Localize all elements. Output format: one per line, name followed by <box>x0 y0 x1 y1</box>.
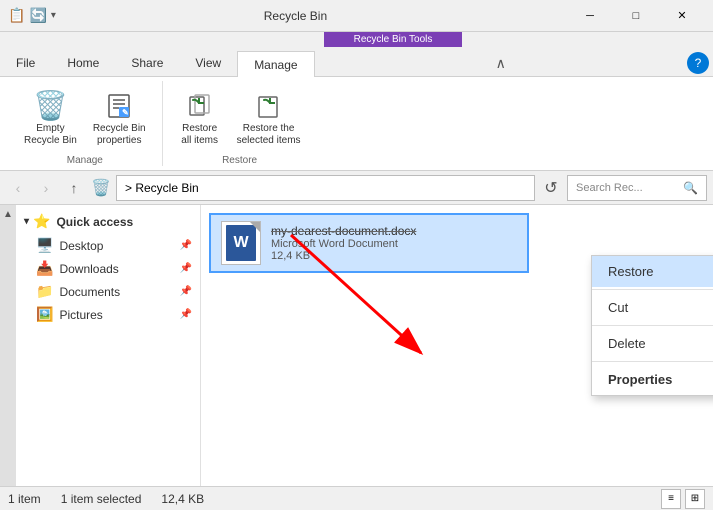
recycle-bin-properties-icon: ✎ <box>103 89 135 121</box>
restore-selected-button[interactable]: Restore theselected items <box>233 85 305 151</box>
file-type: Microsoft Word Document <box>271 238 416 250</box>
pin-icon-pictures: 📌 <box>180 309 192 320</box>
restore-all-icon <box>184 89 216 121</box>
status-view-controls[interactable]: ≡ ⊞ <box>661 489 705 509</box>
quick-access-label: Quick access <box>56 215 133 229</box>
window-title: Recycle Bin <box>64 9 527 23</box>
detail-view-button[interactable]: ≡ <box>661 489 681 509</box>
context-menu-separator-2 <box>592 325 713 326</box>
pin-icon-downloads: 📌 <box>180 263 192 274</box>
quick-access-icon-1: 📋 <box>8 7 25 24</box>
sidebar-scroll[interactable]: ▲ <box>0 205 16 487</box>
ribbon-group-restore-items: Restoreall items Restore theselected ite… <box>175 81 305 151</box>
ribbon-group-manage-label: Manage <box>67 155 103 166</box>
back-button[interactable]: ‹ <box>6 176 30 200</box>
ribbon-group-restore-label: Restore <box>222 155 257 166</box>
large-icon-view-button[interactable]: ⊞ <box>685 489 705 509</box>
address-path: > Recycle Bin <box>125 181 199 195</box>
context-menu-separator-3 <box>592 361 713 362</box>
restore-all-button[interactable]: Restoreall items <box>175 85 225 151</box>
restore-all-label: Restoreall items <box>181 123 218 147</box>
documents-icon: 📁 <box>36 283 53 300</box>
quick-access-icon-2: 🔄 <box>29 7 46 24</box>
desktop-icon: 🖥️ <box>36 237 53 254</box>
ribbon-group-restore: Restoreall items Restore theselected ite… <box>163 81 317 166</box>
address-bar[interactable]: > Recycle Bin <box>116 175 535 201</box>
help-button[interactable]: ? <box>687 52 709 74</box>
pictures-label: Pictures <box>59 308 102 322</box>
context-menu-separator-1 <box>592 289 713 290</box>
ribbon-group-manage: 🗑️ EmptyRecycle Bin ✎ Recycle Binpro <box>8 81 163 166</box>
empty-recycle-bin-button[interactable]: 🗑️ EmptyRecycle Bin <box>20 85 81 151</box>
chevron-down-icon: ▾ <box>24 216 29 227</box>
pictures-icon: 🖼️ <box>36 306 53 323</box>
recycle-bin-properties-label: Recycle Binproperties <box>93 123 146 147</box>
status-size: 12,4 KB <box>161 492 204 506</box>
pin-icon-documents: 📌 <box>180 286 192 297</box>
tab-share[interactable]: Share <box>115 50 179 76</box>
sidebar-item-documents[interactable]: 📁 Documents 📌 <box>16 280 200 303</box>
status-selected: 1 item selected <box>61 492 142 506</box>
tab-view[interactable]: View <box>179 50 237 76</box>
sidebar-item-desktop[interactable]: 🖥️ Desktop 📌 <box>16 234 200 257</box>
file-size: 12,4 KB <box>271 250 416 262</box>
sidebar: ▾ ⭐ Quick access 🖥️ Desktop 📌 📥 Download… <box>16 205 201 487</box>
sidebar-section-quick-access[interactable]: ▾ ⭐ Quick access <box>16 209 200 234</box>
context-menu: Restore Cut Delete Properties <box>591 255 713 396</box>
toolbar: ‹ › ↑ 🗑️ > Recycle Bin ↺ Search Rec... 🔍 <box>0 171 713 205</box>
restore-selected-label: Restore theselected items <box>237 123 301 147</box>
forward-button[interactable]: › <box>34 176 58 200</box>
file-icon: W <box>221 221 261 265</box>
refresh-button[interactable]: ↺ <box>539 176 563 200</box>
svg-text:✎: ✎ <box>122 108 129 117</box>
address-icon: 🗑️ <box>90 177 112 199</box>
file-info: my-dearest-document.docx Microsoft Word … <box>271 224 416 262</box>
restore-selected-icon <box>253 89 285 121</box>
status-item-count: 1 item <box>8 492 41 506</box>
status-bar: 1 item 1 item selected 12,4 KB ≡ ⊞ <box>0 486 713 510</box>
file-name: my-dearest-document.docx <box>271 224 416 238</box>
empty-recycle-bin-label: EmptyRecycle Bin <box>24 123 77 147</box>
minimize-button[interactable]: ─ <box>567 0 613 32</box>
main-content-wrapper: ▲ ▾ ⭐ Quick access 🖥️ Desktop 📌 📥 Downlo… <box>0 205 713 487</box>
sidebar-item-pictures[interactable]: 🖼️ Pictures 📌 <box>16 303 200 326</box>
close-button[interactable]: ✕ <box>659 0 705 32</box>
context-menu-cut[interactable]: Cut <box>592 292 713 323</box>
ribbon: 🗑️ EmptyRecycle Bin ✎ Recycle Binpro <box>0 76 713 171</box>
desktop-label: Desktop <box>59 239 103 253</box>
quick-access-toolbar[interactable]: 📋 🔄 ▾ <box>8 7 56 24</box>
collapse-ribbon-button[interactable]: ∧ <box>488 51 514 76</box>
sidebar-item-downloads[interactable]: 📥 Downloads 📌 <box>16 257 200 280</box>
context-menu-delete[interactable]: Delete <box>592 328 713 359</box>
manage-tools-label: Recycle Bin Tools <box>324 32 462 47</box>
file-item[interactable]: W my-dearest-document.docx Microsoft Wor… <box>209 213 529 273</box>
recycle-bin-properties-button[interactable]: ✎ Recycle Binproperties <box>89 85 150 151</box>
downloads-label: Downloads <box>59 262 118 276</box>
context-menu-properties[interactable]: Properties <box>592 364 713 395</box>
context-menu-restore[interactable]: Restore <box>592 256 713 287</box>
window-controls[interactable]: ─ □ ✕ <box>567 0 705 32</box>
content-area: W my-dearest-document.docx Microsoft Wor… <box>201 205 713 487</box>
search-placeholder: Search Rec... <box>576 182 683 194</box>
tab-file[interactable]: File <box>0 50 51 76</box>
downloads-icon: 📥 <box>36 260 53 277</box>
search-bar[interactable]: Search Rec... 🔍 <box>567 175 707 201</box>
up-button[interactable]: ↑ <box>62 176 86 200</box>
tab-home[interactable]: Home <box>51 50 115 76</box>
tab-manage[interactable]: Manage <box>237 51 314 77</box>
documents-label: Documents <box>59 285 120 299</box>
empty-recycle-bin-icon: 🗑️ <box>34 89 66 121</box>
search-icon: 🔍 <box>683 181 698 195</box>
title-bar: 📋 🔄 ▾ Recycle Bin ─ □ ✕ <box>0 0 713 32</box>
pin-icon-desktop: 📌 <box>180 240 192 251</box>
ribbon-group-manage-items: 🗑️ EmptyRecycle Bin ✎ Recycle Binpro <box>20 81 150 151</box>
quick-access-dropdown[interactable]: ▾ <box>51 10 56 21</box>
maximize-button[interactable]: □ <box>613 0 659 32</box>
